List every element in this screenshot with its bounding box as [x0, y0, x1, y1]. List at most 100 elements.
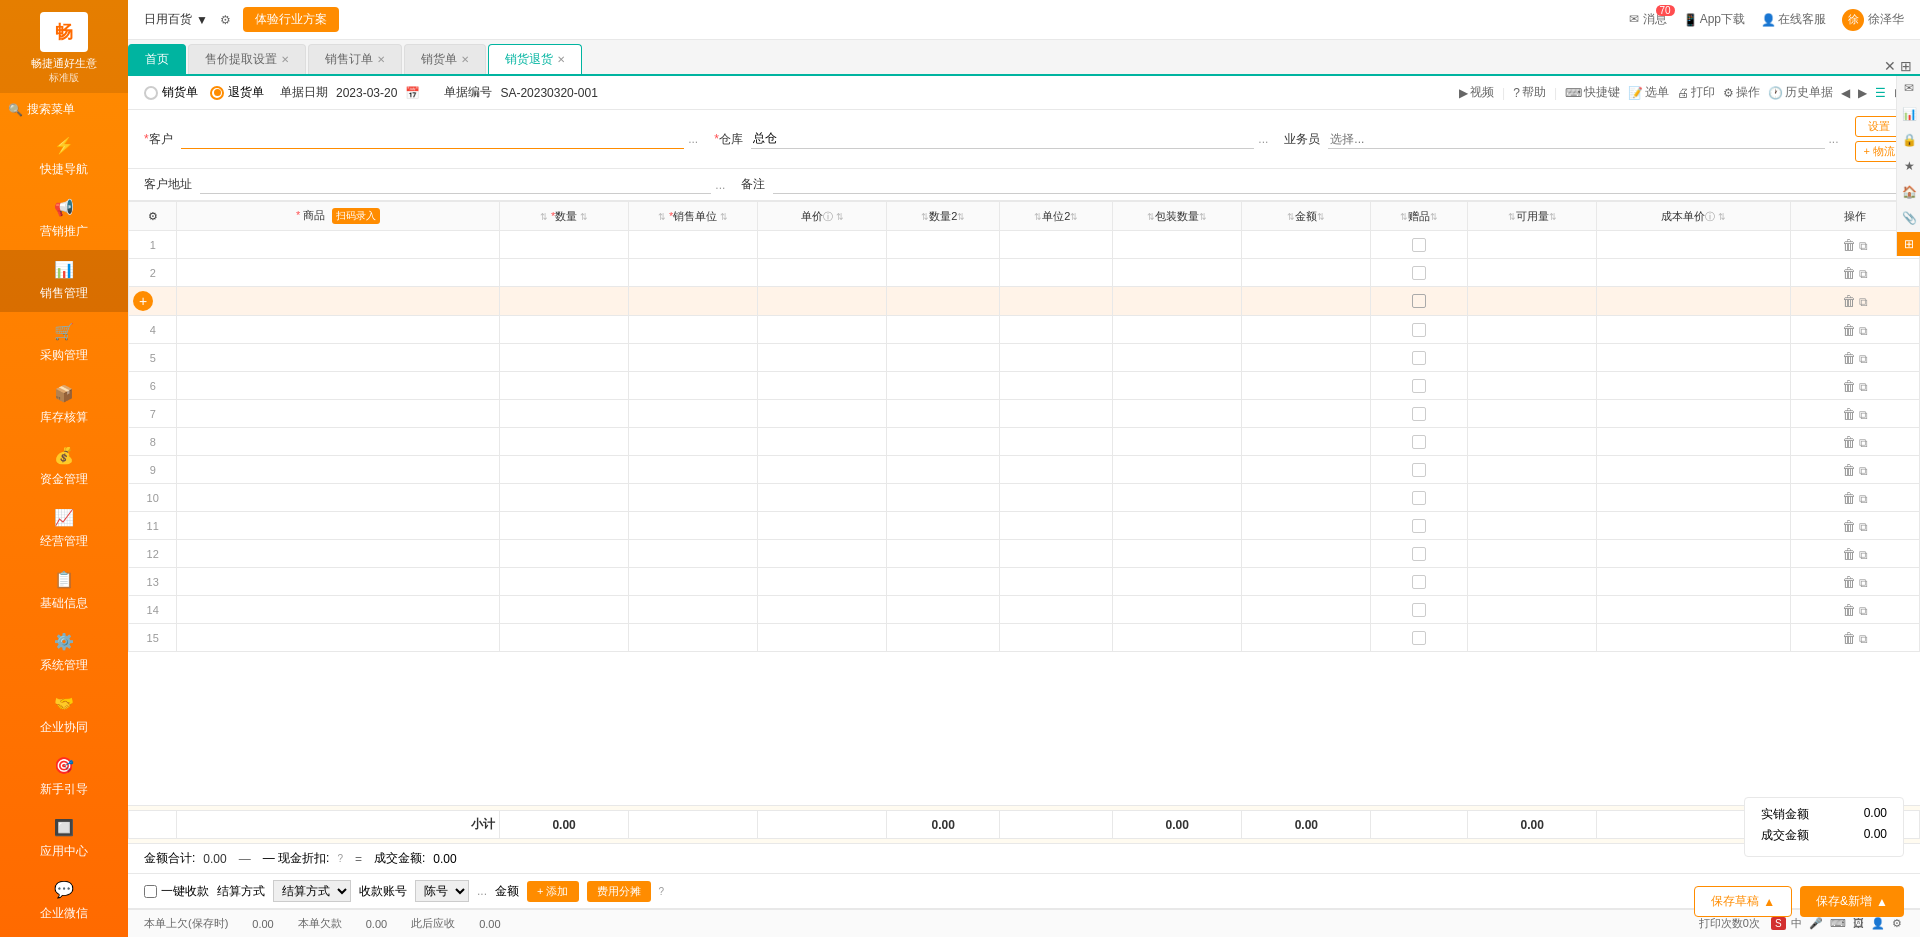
available-cell-7[interactable] — [1468, 400, 1597, 428]
qty2-cell-2[interactable] — [887, 259, 1000, 287]
sidebar-item-operations[interactable]: 📈 经营管理 — [0, 498, 128, 560]
price-cell-10[interactable] — [758, 484, 887, 512]
amount-cell-5[interactable] — [1242, 344, 1371, 372]
cost-cell-10[interactable] — [1597, 484, 1791, 512]
gift-cell-13[interactable] — [1371, 568, 1468, 596]
gift-cell-5[interactable] — [1371, 344, 1468, 372]
customer-input[interactable] — [181, 130, 684, 149]
gift-cell-11[interactable] — [1371, 512, 1468, 540]
delete-row-3-icon[interactable]: 🗑 — [1842, 293, 1856, 309]
product-cell-8[interactable] — [177, 428, 500, 456]
unit-cell-11[interactable] — [629, 512, 758, 540]
available-cell-14[interactable] — [1468, 596, 1597, 624]
gift-cell-14[interactable] — [1371, 596, 1468, 624]
draft-dropdown-icon[interactable]: ▲ — [1763, 895, 1775, 909]
copy-row-2-icon[interactable]: ⧉ — [1859, 267, 1868, 281]
gift-cell-12[interactable] — [1371, 540, 1468, 568]
view-list-icon[interactable]: ☰ — [1875, 86, 1886, 100]
cost-cell-11[interactable] — [1597, 512, 1791, 540]
warehouse-dots[interactable]: ... — [1258, 132, 1268, 146]
qty-cell-7[interactable] — [500, 400, 629, 428]
pack-cell-1[interactable] — [1113, 231, 1242, 259]
sidebar-item-apps[interactable]: 🔲 应用中心 — [0, 808, 128, 870]
payment-method-select[interactable]: 结算方式 — [273, 880, 351, 902]
pack-cell-11[interactable] — [1113, 512, 1242, 540]
delete-row-12-icon[interactable]: 🗑 — [1842, 546, 1856, 562]
cost-cell-2[interactable] — [1597, 259, 1791, 287]
cost-cell-4[interactable] — [1597, 316, 1791, 344]
unit2-cell-10[interactable] — [1000, 484, 1113, 512]
more-tools-icon[interactable]: ⚙ — [1892, 917, 1902, 929]
tab-sales-return[interactable]: 销货退货 ✕ — [488, 44, 582, 74]
price-cell-4[interactable] — [758, 316, 887, 344]
price-cell-7[interactable] — [758, 400, 887, 428]
product-cell-3[interactable] — [177, 287, 500, 316]
delete-row-1-icon[interactable]: 🗑 — [1842, 237, 1856, 253]
qty-cell-10[interactable] — [500, 484, 629, 512]
sidebar-item-basic[interactable]: 📋 基础信息 — [0, 560, 128, 622]
user-icon2[interactable]: 👤 — [1871, 917, 1885, 929]
unit2-cell-3[interactable] — [1000, 287, 1113, 316]
price-cell-14[interactable] — [758, 596, 887, 624]
qty-cell-9[interactable] — [500, 456, 629, 484]
unit-cell-5[interactable] — [629, 344, 758, 372]
qty2-cell-13[interactable] — [887, 568, 1000, 596]
gift-cell-10[interactable] — [1371, 484, 1468, 512]
unit2-cell-4[interactable] — [1000, 316, 1113, 344]
amount-cell-7[interactable] — [1242, 400, 1371, 428]
cost-cell-3[interactable] — [1597, 287, 1791, 316]
cost-cell-1[interactable] — [1597, 231, 1791, 259]
available-cell-6[interactable] — [1468, 372, 1597, 400]
available-cell-3[interactable] — [1468, 287, 1597, 316]
pack-cell-13[interactable] — [1113, 568, 1242, 596]
pack-cell-9[interactable] — [1113, 456, 1242, 484]
product-cell-6[interactable] — [177, 372, 500, 400]
available-cell-15[interactable] — [1468, 624, 1597, 652]
add-payment-btn[interactable]: + 添加 — [527, 881, 578, 902]
qty2-cell-11[interactable] — [887, 512, 1000, 540]
price-cell-5[interactable] — [758, 344, 887, 372]
product-cell-2[interactable] — [177, 259, 500, 287]
right-tool-active[interactable]: ⊞ — [1897, 232, 1920, 256]
qty-cell-4[interactable] — [500, 316, 629, 344]
delete-row-14-icon[interactable]: 🗑 — [1842, 602, 1856, 618]
unit2-cell-12[interactable] — [1000, 540, 1113, 568]
pack-cell-12[interactable] — [1113, 540, 1242, 568]
qty-cell-13[interactable] — [500, 568, 629, 596]
delete-row-9-icon[interactable]: 🗑 — [1842, 462, 1856, 478]
unit-cell-12[interactable] — [629, 540, 758, 568]
gift-cell-6[interactable] — [1371, 372, 1468, 400]
qty-cell-6[interactable] — [500, 372, 629, 400]
unit-cell-8[interactable] — [629, 428, 758, 456]
unit2-cell-1[interactable] — [1000, 231, 1113, 259]
qty2-cell-1[interactable] — [887, 231, 1000, 259]
product-cell-7[interactable] — [177, 400, 500, 428]
actions-btn[interactable]: ⚙ 操作 — [1723, 84, 1760, 101]
product-cell-15[interactable] — [177, 624, 500, 652]
available-cell-2[interactable] — [1468, 259, 1597, 287]
delete-row-4-icon[interactable]: 🗑 — [1842, 322, 1856, 338]
unit2-cell-13[interactable] — [1000, 568, 1113, 596]
pack-cell-15[interactable] — [1113, 624, 1242, 652]
qty2-cell-9[interactable] — [887, 456, 1000, 484]
fee-split-btn[interactable]: 费用分摊 — [587, 881, 651, 902]
cost-cell-7[interactable] — [1597, 400, 1791, 428]
delete-row-7-icon[interactable]: 🗑 — [1842, 406, 1856, 422]
copy-row-15-icon[interactable]: ⧉ — [1859, 632, 1868, 646]
right-tool-6[interactable]: 📎 — [1897, 206, 1920, 230]
history-btn[interactable]: 🕐 历史单据 — [1768, 84, 1833, 101]
address-input[interactable] — [200, 175, 711, 194]
qty2-cell-10[interactable] — [887, 484, 1000, 512]
pack-cell-3[interactable] — [1113, 287, 1242, 316]
available-cell-13[interactable] — [1468, 568, 1597, 596]
table-row-plus-3[interactable]: + — [129, 287, 177, 316]
qty-cell-12[interactable] — [500, 540, 629, 568]
cost-cell-5[interactable] — [1597, 344, 1791, 372]
price-cell-11[interactable] — [758, 512, 887, 540]
fee-help-icon[interactable]: ? — [659, 886, 665, 897]
qty-cell-2[interactable] — [500, 259, 629, 287]
sidebar-item-finance[interactable]: 💰 资金管理 — [0, 436, 128, 498]
qty2-cell-6[interactable] — [887, 372, 1000, 400]
tab-sales-order-close-icon[interactable]: ✕ — [377, 54, 385, 65]
select-btn[interactable]: 📝 选单 — [1628, 84, 1669, 101]
